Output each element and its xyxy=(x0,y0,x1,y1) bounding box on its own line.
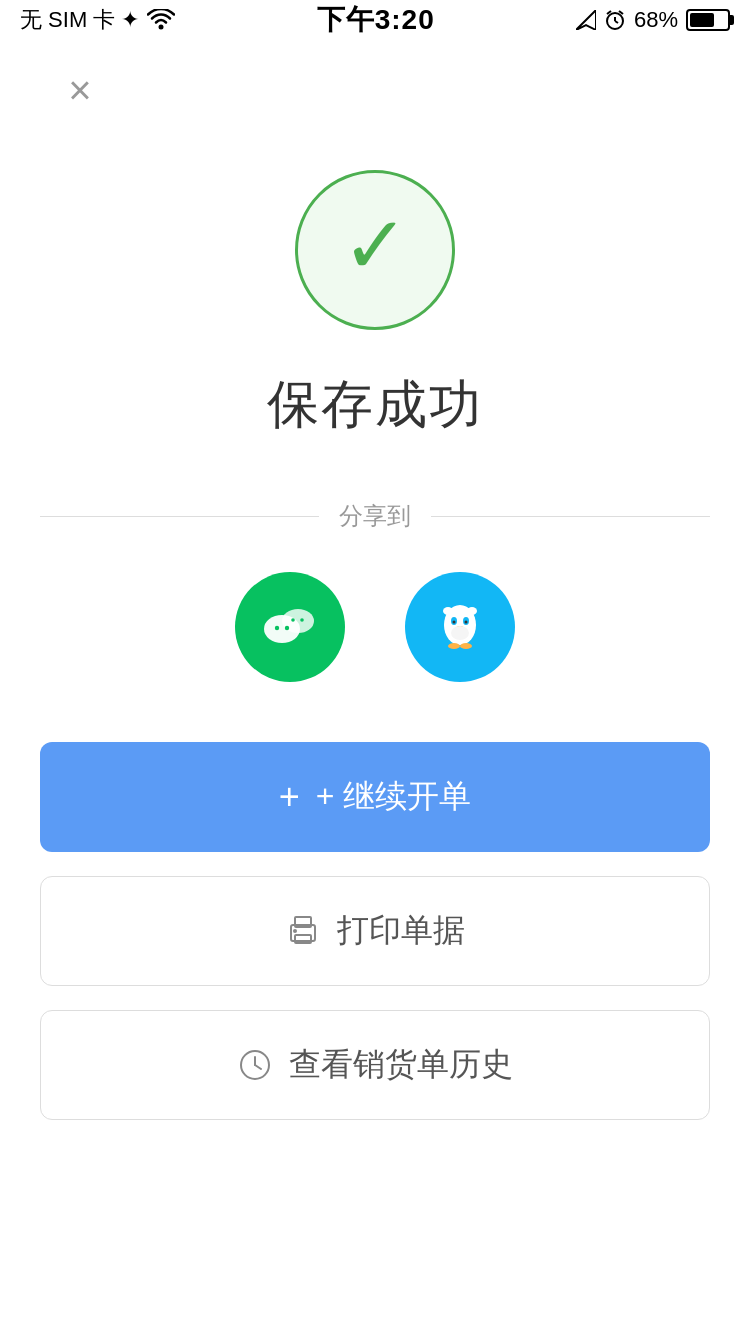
continue-button[interactable]: + + 继续开单 xyxy=(40,742,710,852)
battery-indicator xyxy=(686,9,730,31)
share-icons-row xyxy=(235,572,515,682)
print-icon xyxy=(285,913,321,949)
status-left: 无 SIM 卡 ✦ xyxy=(20,5,175,35)
svg-point-19 xyxy=(451,626,469,640)
svg-point-22 xyxy=(448,643,460,649)
svg-line-30 xyxy=(255,1065,261,1069)
qq-share-button[interactable] xyxy=(405,572,515,682)
wechat-share-button[interactable] xyxy=(235,572,345,682)
success-title: 保存成功 xyxy=(267,370,483,440)
status-right: 68% xyxy=(576,7,730,33)
share-divider: 分享到 xyxy=(40,500,710,532)
svg-point-23 xyxy=(460,643,472,649)
continue-label: + 继续开单 xyxy=(316,775,472,819)
history-label: 查看销货单历史 xyxy=(289,1043,513,1087)
svg-point-11 xyxy=(291,618,295,622)
action-buttons: + + 继续开单 打印单据 查看销货单历史 xyxy=(40,742,710,1144)
close-button[interactable]: × xyxy=(50,60,110,120)
continue-plus-icon: + xyxy=(279,776,300,818)
svg-point-27 xyxy=(293,929,297,933)
status-time: 下午3:20 xyxy=(317,1,435,39)
qq-icon xyxy=(430,597,490,657)
no-sim-text: 无 SIM 卡 ✦ xyxy=(20,5,139,35)
svg-point-21 xyxy=(467,607,477,615)
status-bar: 无 SIM 卡 ✦ 下午3:20 68% xyxy=(0,0,750,40)
main-content: × ✓ 保存成功 分享到 xyxy=(0,40,750,1334)
alarm-icon xyxy=(604,9,626,31)
svg-point-10 xyxy=(285,626,289,630)
wechat-icon xyxy=(258,595,322,659)
svg-point-20 xyxy=(443,607,453,615)
wifi-icon xyxy=(147,9,175,31)
svg-point-9 xyxy=(275,626,279,630)
location-icon xyxy=(576,10,596,30)
success-icon-circle: ✓ xyxy=(295,170,455,330)
svg-point-0 xyxy=(159,25,164,30)
print-button[interactable]: 打印单据 xyxy=(40,876,710,986)
divider-left xyxy=(40,516,319,517)
svg-line-4 xyxy=(615,21,618,23)
battery-percent: 68% xyxy=(634,7,678,33)
divider-right xyxy=(431,516,710,517)
svg-marker-1 xyxy=(576,10,596,30)
svg-point-12 xyxy=(300,618,304,622)
svg-point-17 xyxy=(465,621,468,624)
checkmark-icon: ✓ xyxy=(342,206,409,286)
close-icon: × xyxy=(68,70,91,110)
print-label: 打印单据 xyxy=(337,909,465,953)
history-button[interactable]: 查看销货单历史 xyxy=(40,1010,710,1120)
share-label: 分享到 xyxy=(339,500,411,532)
history-icon xyxy=(237,1047,273,1083)
svg-point-16 xyxy=(453,621,456,624)
